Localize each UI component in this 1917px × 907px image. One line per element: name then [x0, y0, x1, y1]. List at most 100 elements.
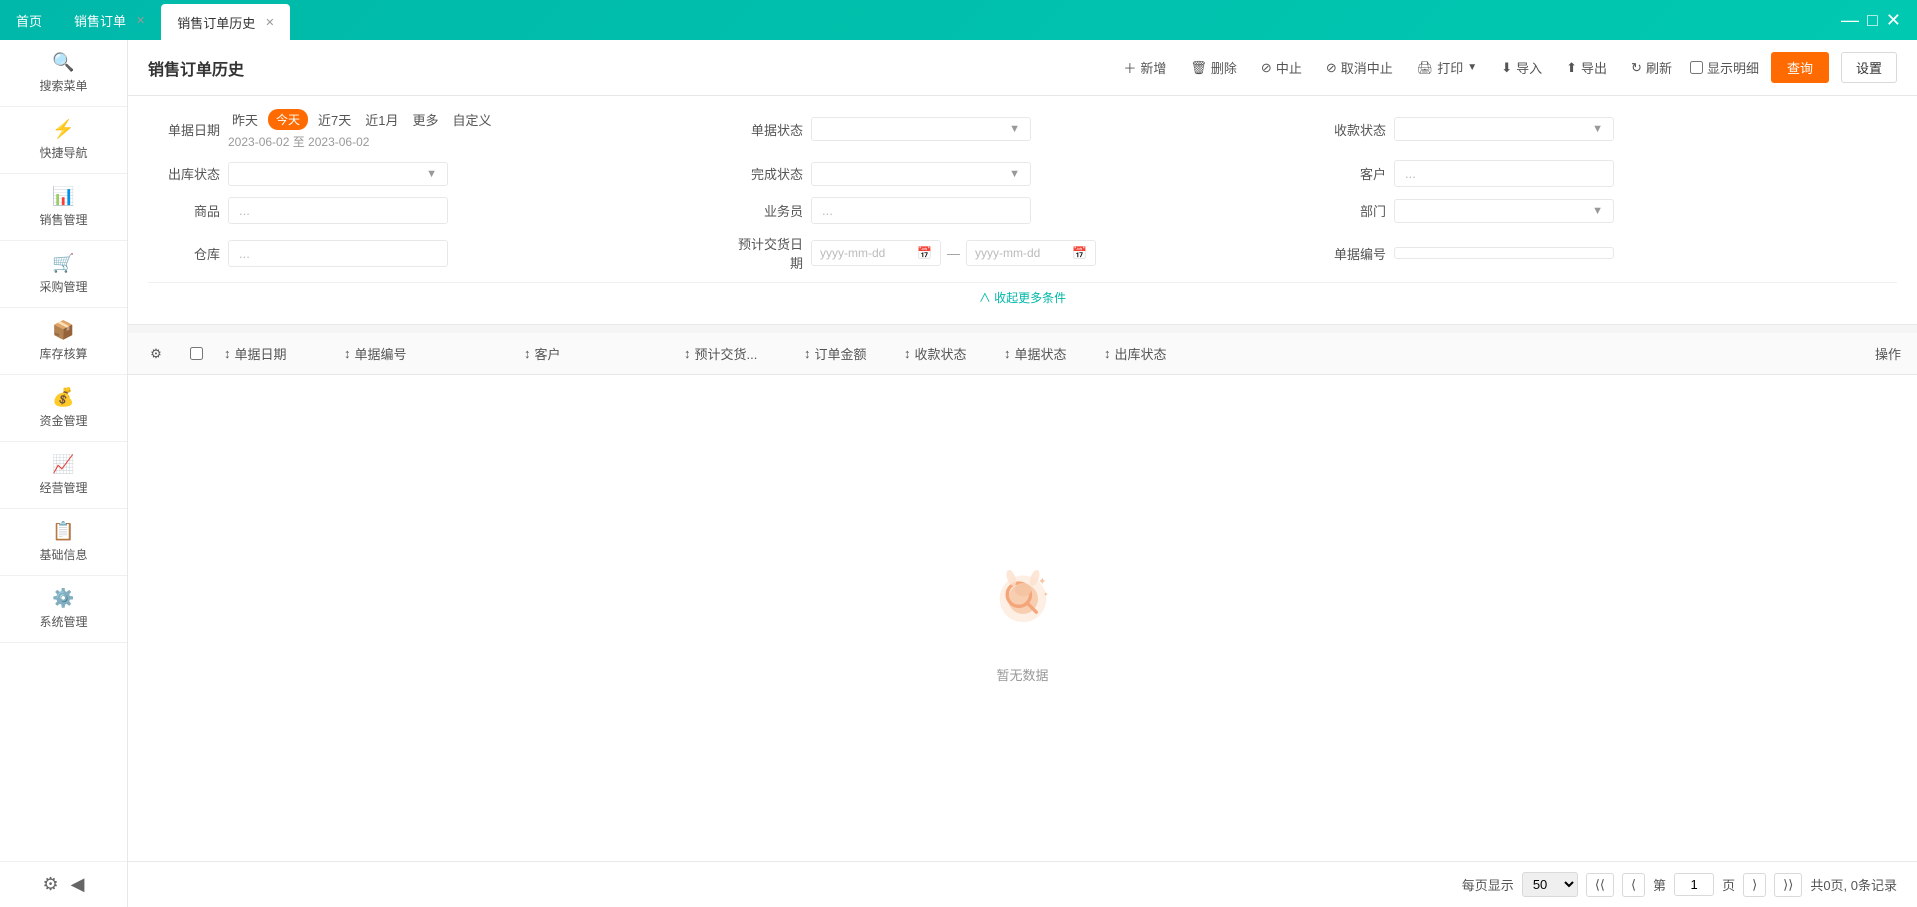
date-more[interactable]: 更多: [409, 108, 443, 131]
print-button[interactable]: 🖨 打印 ▼: [1411, 54, 1483, 81]
sidebar-item-system[interactable]: ⚙️ 系统管理: [0, 576, 127, 643]
date-from-placeholder: yyyy-mm-dd: [820, 246, 885, 260]
sidebar-settings-icon[interactable]: ⚙: [43, 874, 59, 895]
sidebar-item-basic-info[interactable]: 📋 基础信息: [0, 509, 127, 576]
th-operation: 操作: [1196, 344, 1909, 363]
stop-button[interactable]: ⊘ 中止: [1255, 54, 1308, 81]
th-warehouse-sort: ↕: [1104, 346, 1111, 361]
tab-sales-order-close[interactable]: ✕: [136, 14, 145, 27]
th-customer[interactable]: ↕ 客户: [516, 344, 676, 363]
sidebar-item-inventory[interactable]: 📦 库存核算: [0, 308, 127, 375]
complete-select[interactable]: ▼: [811, 162, 1031, 186]
th-customer-text: 客户: [535, 344, 561, 363]
order-no-input[interactable]: [1394, 247, 1614, 259]
new-button[interactable]: ＋ 新增: [1117, 54, 1172, 81]
department-label: 部门: [1314, 201, 1394, 220]
sidebar: 🔍 搜索菜单 ⚡ 快捷导航 📊 销售管理 🛒 采购管理 📦 库存核算 💰 资金管…: [0, 40, 128, 907]
th-pay-status[interactable]: ↕ 收款状态: [896, 344, 996, 363]
delete-button[interactable]: 🗑 删除: [1184, 54, 1243, 81]
date-to-input[interactable]: yyyy-mm-dd 📅: [966, 240, 1096, 266]
show-detail-checkbox-group[interactable]: 显示明细: [1690, 58, 1759, 77]
th-order-sort: ↕: [1004, 346, 1011, 361]
delete-label: 删除: [1211, 58, 1237, 77]
date-yesterday[interactable]: 昨天: [228, 108, 262, 131]
status-arrow: ▼: [1009, 123, 1020, 135]
per-page-select[interactable]: 50 100 200: [1522, 872, 1578, 897]
salesman-input[interactable]: ...: [811, 197, 1031, 224]
warehouse-out-label: 出库状态: [148, 164, 228, 183]
complete-label: 完成状态: [731, 164, 811, 183]
th-expected-text: 预计交货...: [695, 344, 758, 363]
storage-input[interactable]: ...: [228, 240, 448, 267]
system-icon: ⚙️: [52, 588, 74, 609]
collapse-bar[interactable]: ∧ 收起更多条件: [148, 282, 1897, 312]
tab-sales-order[interactable]: 销售订单 ✕: [58, 0, 161, 40]
per-page-label: 每页显示: [1462, 875, 1514, 894]
empty-text: 暂无数据: [996, 665, 1048, 684]
empty-state: ✦ ✦ 暂无数据: [128, 375, 1917, 861]
import-button[interactable]: ⬇ 导入: [1495, 54, 1548, 81]
sidebar-item-quicknav-label: 快捷导航: [39, 144, 87, 161]
th-settings[interactable]: ⚙: [136, 346, 176, 362]
th-amount[interactable]: ↕ 订单金额: [796, 344, 896, 363]
next-page-button[interactable]: ⟩: [1743, 873, 1766, 897]
customer-input[interactable]: ...: [1394, 160, 1614, 187]
receive-arrow: ▼: [1592, 123, 1603, 135]
th-checkbox[interactable]: [176, 347, 216, 360]
goods-input[interactable]: ...: [228, 197, 448, 224]
query-button[interactable]: 查询: [1771, 52, 1829, 83]
export-button[interactable]: ⬆ 导出: [1560, 54, 1613, 81]
date-today[interactable]: 今天: [268, 109, 308, 130]
receive-select[interactable]: ▼: [1394, 117, 1614, 141]
select-all-checkbox[interactable]: [190, 347, 203, 360]
svg-text:✦: ✦: [1043, 590, 1049, 598]
calendar-from-icon[interactable]: 📅: [917, 246, 932, 260]
maximize-button[interactable]: □: [1867, 10, 1878, 31]
last-page-button[interactable]: ⟩⟩: [1774, 873, 1802, 897]
date-1month[interactable]: 近1月: [361, 108, 402, 131]
sidebar-item-search[interactable]: 🔍 搜索菜单: [0, 40, 127, 107]
th-order-status[interactable]: ↕ 单据状态: [996, 344, 1096, 363]
date-7days[interactable]: 近7天: [314, 108, 355, 131]
warehouse-out-select[interactable]: ▼: [228, 162, 448, 186]
sidebar-item-purchase[interactable]: 🛒 采购管理: [0, 241, 127, 308]
th-customer-sort: ↕: [524, 346, 531, 361]
tab-sales-order-history[interactable]: 销售订单历史 ✕: [161, 4, 290, 40]
refresh-button[interactable]: ↻ 刷新: [1625, 54, 1678, 81]
sidebar-item-quicknav[interactable]: ⚡ 快捷导航: [0, 107, 127, 174]
filter-row-4: 仓库 ... 预计交货日期 yyyy-mm-dd 📅 — yyyy-mm-dd …: [148, 234, 1897, 272]
sidebar-item-operations[interactable]: 📈 经营管理: [0, 442, 127, 509]
th-warehouse-status[interactable]: ↕ 出库状态: [1096, 344, 1196, 363]
sidebar-collapse-icon[interactable]: ◀: [71, 874, 85, 895]
date-from-input[interactable]: yyyy-mm-dd 📅: [811, 240, 941, 266]
th-date[interactable]: ↕ 单据日期: [216, 344, 336, 363]
th-expected[interactable]: ↕ 预计交货...: [676, 344, 796, 363]
department-select[interactable]: ▼: [1394, 199, 1614, 223]
th-pay-sort: ↕: [904, 346, 911, 361]
sidebar-item-sales[interactable]: 📊 销售管理: [0, 174, 127, 241]
export-label: 导出: [1581, 58, 1607, 77]
tab-sales-order-history-close[interactable]: ✕: [265, 16, 274, 29]
th-sno[interactable]: ↕ 单据编号: [336, 344, 516, 363]
date-custom[interactable]: 自定义: [449, 108, 496, 131]
date-quick-btns: 昨天 今天 近7天 近1月 更多 自定义: [228, 108, 496, 131]
calendar-to-icon[interactable]: 📅: [1072, 246, 1087, 260]
setting-button[interactable]: 设置: [1841, 52, 1897, 83]
show-detail-checkbox[interactable]: [1690, 61, 1703, 74]
prev-page-button[interactable]: ⟨: [1622, 873, 1645, 897]
tab-home[interactable]: 首页: [0, 0, 58, 40]
stop-label: 中止: [1276, 58, 1302, 77]
top-bar: 首页 销售订单 ✕ 销售订单历史 ✕ — □ ✕: [0, 0, 1917, 40]
close-button[interactable]: ✕: [1886, 10, 1901, 31]
cancel-stop-button[interactable]: ⊘ 取消中止: [1320, 54, 1399, 81]
minimize-button[interactable]: —: [1841, 10, 1859, 31]
window-controls: — □ ✕: [1841, 10, 1917, 31]
sidebar-item-finance[interactable]: 💰 资金管理: [0, 375, 127, 442]
delete-icon: 🗑: [1190, 60, 1207, 76]
status-select[interactable]: ▼: [811, 117, 1031, 141]
settings-icon[interactable]: ⚙: [150, 346, 162, 362]
page-input[interactable]: [1674, 873, 1714, 896]
page-label: 页: [1722, 875, 1735, 894]
stop-icon: ⊘: [1261, 60, 1272, 76]
first-page-button[interactable]: ⟨⟨: [1586, 873, 1614, 897]
